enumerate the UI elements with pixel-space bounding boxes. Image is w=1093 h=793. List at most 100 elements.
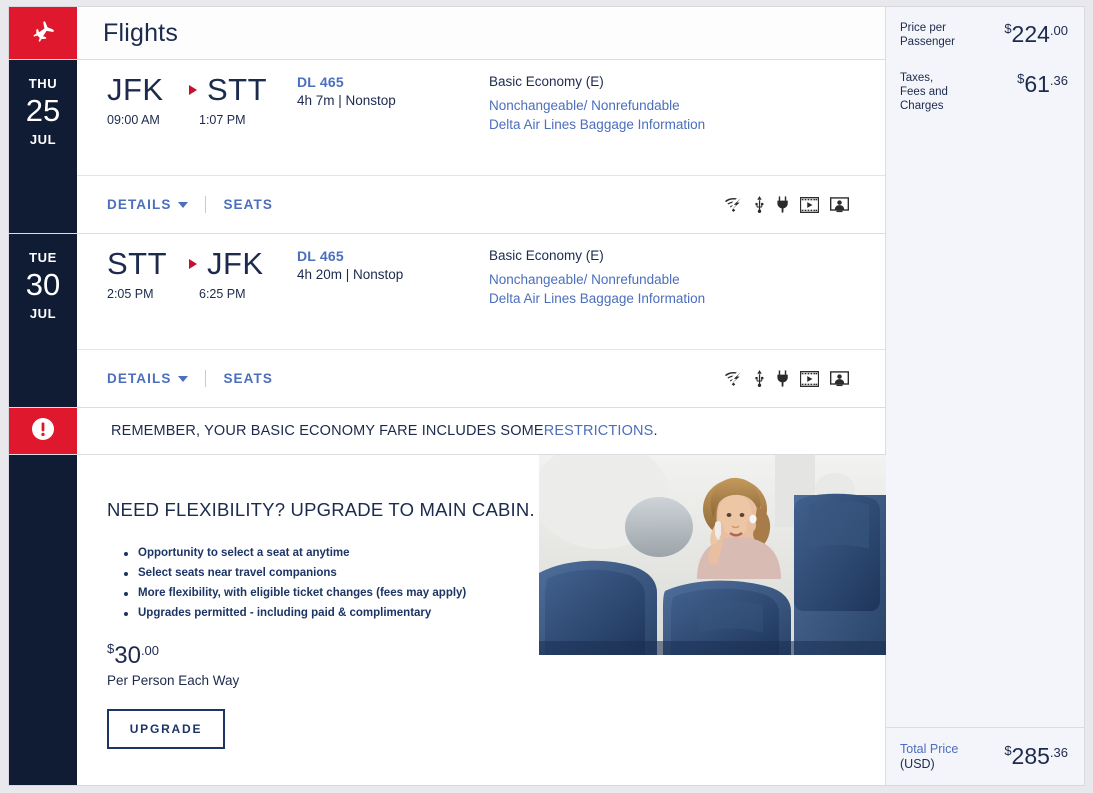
inflight-movie-icon bbox=[800, 370, 819, 387]
price-per-passenger-row: Price per Passenger $224.00 bbox=[886, 7, 1084, 49]
taxes-fees-label: Taxes, Fees and Charges bbox=[900, 71, 948, 113]
taxes-fees-row: Taxes, Fees and Charges $61.36 bbox=[886, 49, 1084, 113]
baggage-info-link[interactable]: Delta Air Lines Baggage Information bbox=[489, 291, 885, 306]
itinerary-main-column: Flights THU 25 JUL JFK STT 09:00 AM 1:07… bbox=[9, 7, 886, 785]
airport-codes: JFK STT bbox=[107, 72, 297, 107]
taxes-label-line3: Charges bbox=[900, 100, 944, 113]
page-title: Flights bbox=[103, 18, 179, 47]
date-day-number: 25 bbox=[25, 93, 61, 128]
price-currency: $ bbox=[1004, 21, 1012, 36]
seats-button[interactable]: SEATS bbox=[223, 371, 273, 386]
amenities-list bbox=[724, 196, 849, 213]
airplane-cabin-photo bbox=[539, 455, 886, 655]
date-day-of-week: THU bbox=[28, 76, 58, 91]
total-price-amount: $285.36 bbox=[1004, 743, 1068, 770]
flight-date-rail: TUE 30 JUL bbox=[9, 234, 77, 407]
basic-economy-notice: REMEMBER, YOUR BASIC ECONOMY FARE INCLUD… bbox=[9, 408, 885, 455]
list-item: Select seats near travel companions bbox=[124, 567, 537, 579]
flight-number[interactable]: DL 465 bbox=[297, 248, 487, 264]
total-currency: $ bbox=[1004, 743, 1012, 758]
notice-icon-tile bbox=[9, 408, 77, 454]
direction-arrow-icon bbox=[189, 85, 197, 96]
flight-actions-bar: DETAILS SEATS bbox=[77, 176, 885, 233]
total-price-currency-note: (USD) bbox=[900, 756, 935, 771]
taxes-label-line1: Taxes, bbox=[900, 72, 934, 85]
upgrade-price-whole: 30 bbox=[114, 642, 141, 669]
details-button[interactable]: DETAILS bbox=[107, 371, 189, 386]
airport-pair: JFK STT 09:00 AM 1:07 PM bbox=[77, 72, 297, 175]
origin-code: JFK bbox=[107, 72, 164, 107]
date-day-of-week: TUE bbox=[29, 250, 57, 265]
price-per-passenger-amount: $224.00 bbox=[1004, 21, 1068, 48]
details-label: DETAILS bbox=[107, 197, 172, 212]
flight-duration: 4h 7m | Nonstop bbox=[297, 93, 396, 108]
price-summary-panel: Price per Passenger $224.00 Taxes, Fees … bbox=[886, 7, 1084, 785]
flight-times: 2:05 PM 6:25 PM bbox=[107, 287, 297, 301]
upgrade-price-cents: .00 bbox=[140, 643, 160, 658]
airport-pair: STT JFK 2:05 PM 6:25 PM bbox=[77, 246, 297, 349]
alert-exclamation-icon bbox=[31, 417, 55, 446]
flight-number-block: DL 465 4h 20m | Nonstop bbox=[297, 248, 487, 349]
restrictions-link[interactable]: RESTRICTIONS bbox=[544, 423, 654, 439]
upgrade-price: $30.00 bbox=[107, 641, 537, 670]
date-month: JUL bbox=[29, 305, 57, 321]
list-item: More flexibility, with eligible ticket c… bbox=[124, 587, 537, 599]
flight-segment-return: TUE 30 JUL STT JFK 2:05 PM 6:25 PM DL 46… bbox=[9, 234, 885, 408]
promo-body: NEED FLEXIBILITY? UPGRADE TO MAIN CABIN.… bbox=[77, 455, 886, 785]
arrival-time: 1:07 PM bbox=[199, 112, 246, 127]
origin-code: STT bbox=[107, 246, 168, 281]
notice-message: REMEMBER, YOUR BASIC ECONOMY FARE INCLUD… bbox=[77, 408, 658, 454]
chevron-down-icon bbox=[178, 201, 189, 208]
amenities-list bbox=[724, 370, 849, 387]
details-button[interactable]: DETAILS bbox=[107, 197, 189, 212]
price-per-passenger-label: Price per Passenger bbox=[900, 21, 955, 49]
total-cents: .36 bbox=[1049, 745, 1068, 760]
flight-number-block: DL 465 4h 7m | Nonstop bbox=[297, 74, 487, 175]
wifi-icon bbox=[724, 197, 743, 212]
price-whole: 224 bbox=[1011, 21, 1050, 47]
destination-code: JFK bbox=[207, 246, 264, 281]
chevron-down-icon bbox=[178, 375, 189, 382]
total-price-row: Total Price (USD) $285.36 bbox=[886, 727, 1084, 785]
departure-time: 09:00 AM bbox=[107, 112, 160, 127]
flight-actions-bar: DETAILS SEATS bbox=[77, 350, 885, 407]
flight-date-rail: THU 25 JUL bbox=[9, 60, 77, 233]
direction-arrow-icon bbox=[189, 259, 197, 270]
taxes-cents: .36 bbox=[1049, 73, 1068, 89]
upgrade-price-caption: Per Person Each Way bbox=[107, 673, 240, 688]
flight-times: 09:00 AM 1:07 PM bbox=[107, 113, 297, 127]
destination-code: STT bbox=[207, 72, 268, 107]
upgrade-promo-section: NEED FLEXIBILITY? UPGRADE TO MAIN CABIN.… bbox=[9, 455, 886, 785]
fare-class-name: Basic Economy (E) bbox=[489, 248, 604, 263]
upgrade-button[interactable]: UPGRADE bbox=[107, 709, 225, 749]
price-label-line1: Price per bbox=[900, 22, 947, 34]
usb-icon bbox=[754, 370, 765, 387]
wifi-icon bbox=[724, 371, 743, 386]
price-label-line2: Passenger bbox=[900, 36, 955, 49]
fare-block: Basic Economy (E) Nonchangeable/ Nonrefu… bbox=[487, 248, 885, 349]
flight-summary-row: JFK STT 09:00 AM 1:07 PM DL 465 4h 7m | … bbox=[77, 60, 885, 176]
taxes-label-line2: Fees and bbox=[900, 86, 948, 99]
flight-duration: 4h 20m | Nonstop bbox=[297, 267, 404, 282]
flight-content: JFK STT 09:00 AM 1:07 PM DL 465 4h 7m | … bbox=[77, 60, 885, 233]
seats-button[interactable]: SEATS bbox=[223, 197, 273, 212]
total-price-link[interactable]: Total Price bbox=[900, 742, 958, 757]
taxes-whole: 61 bbox=[1024, 71, 1050, 98]
flight-number[interactable]: DL 465 bbox=[297, 74, 487, 90]
inflight-movie-icon bbox=[800, 196, 819, 213]
taxes-fees-amount: $61.36 bbox=[1017, 71, 1068, 98]
usb-icon bbox=[754, 196, 765, 213]
baggage-info-link[interactable]: Delta Air Lines Baggage Information bbox=[489, 117, 885, 132]
promo-text-block: NEED FLEXIBILITY? UPGRADE TO MAIN CABIN.… bbox=[77, 455, 537, 785]
power-outlet-icon bbox=[776, 196, 789, 213]
promo-benefits-list: Opportunity to select a seat at anytime … bbox=[107, 547, 537, 619]
fare-rules-link[interactable]: Nonchangeable/ Nonrefundable bbox=[489, 272, 885, 287]
departure-time: 2:05 PM bbox=[107, 286, 154, 301]
page-header: Flights bbox=[9, 7, 885, 60]
date-day-number: 30 bbox=[25, 267, 61, 302]
header-airplane-tile bbox=[9, 7, 77, 59]
power-outlet-icon bbox=[776, 370, 789, 387]
fare-rules-link[interactable]: Nonchangeable/ Nonrefundable bbox=[489, 98, 885, 113]
list-item: Upgrades permitted - including paid & co… bbox=[124, 607, 537, 619]
seatback-screen-icon bbox=[830, 196, 849, 213]
